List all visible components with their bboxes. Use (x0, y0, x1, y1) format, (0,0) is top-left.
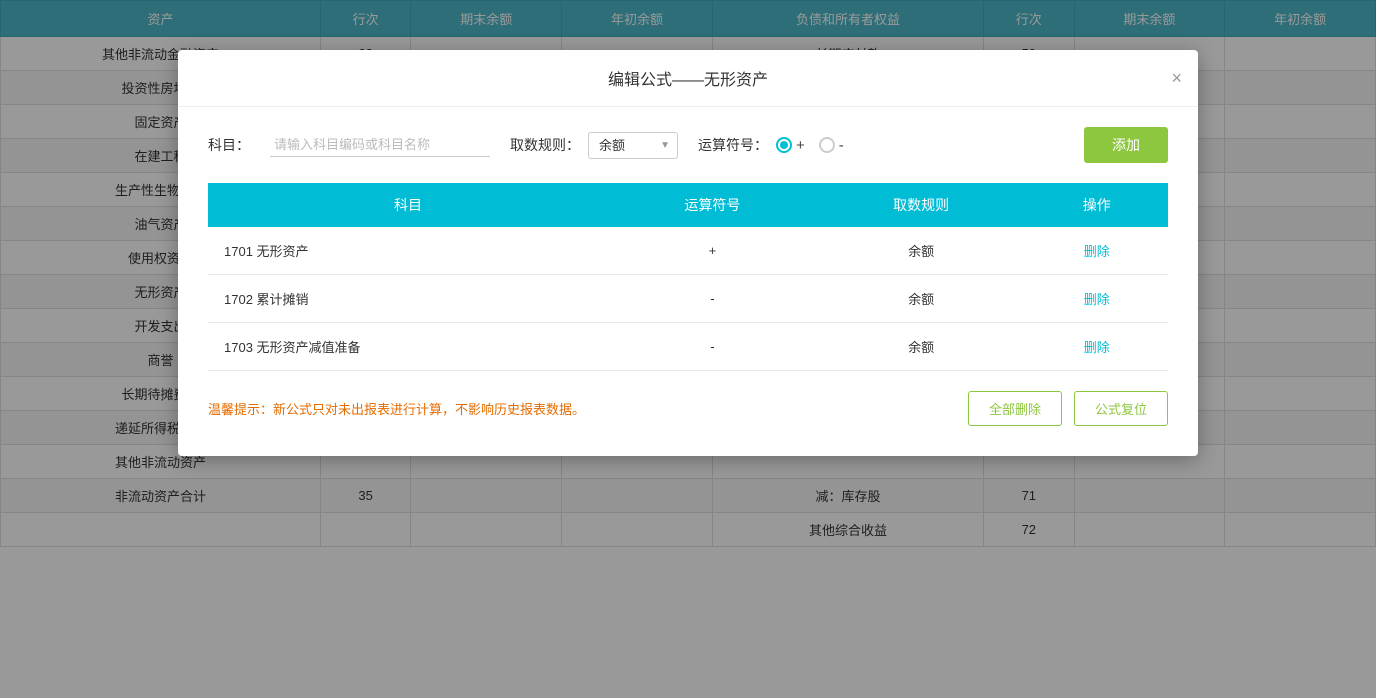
subject-input[interactable] (270, 133, 490, 157)
radio-minus-circle (819, 137, 835, 153)
rule-select-wrapper: 余额 借方 贷方 借方累计 贷方累计 ▼ (588, 132, 678, 159)
row-operator: - (608, 275, 817, 323)
operator-label: 运算符号： (698, 135, 768, 155)
table-row: 1702 累计摊销-余额 删除 (208, 275, 1168, 323)
row-rule: 余额 (817, 323, 1026, 371)
data-table-wrapper: 科目 运算符号 取数规则 操作 1701 无形资产+余额删除1702 累计摊销-… (208, 183, 1168, 371)
th-action: 操作 (1026, 183, 1168, 227)
footer-hint: 温馨提示：新公式只对未出报表进行计算，不影响历史报表数据。 (208, 399, 585, 418)
add-button[interactable]: 添加 (1084, 127, 1168, 163)
row-action: 删除 (1026, 275, 1168, 323)
subject-label: 科目： (208, 135, 250, 155)
row-action: 删除 (1026, 323, 1168, 371)
table-row: 1703 无形资产减值准备-余额 删除 (208, 323, 1168, 371)
formula-table: 科目 运算符号 取数规则 操作 1701 无形资产+余额删除1702 累计摊销-… (208, 183, 1168, 371)
reset-formula-button[interactable]: 公式复位 (1074, 391, 1168, 426)
th-rule: 取数规则 (817, 183, 1026, 227)
operator-radio-group: + - (776, 137, 844, 154)
rule-section: 取数规则： 余额 借方 贷方 借方累计 贷方累计 ▼ (510, 132, 678, 159)
row-subject: 1701 无形资产 (208, 227, 608, 275)
row-action: 删除 (1026, 227, 1168, 275)
modal-header: 编辑公式——无形资产 × (178, 50, 1198, 107)
modal-footer: 温馨提示：新公式只对未出报表进行计算，不影响历史报表数据。 全部删除 公式复位 (178, 371, 1198, 426)
th-operator: 运算符号 (608, 183, 817, 227)
row-operator: - (608, 323, 817, 371)
operator-minus-radio[interactable]: - (819, 137, 844, 154)
edit-formula-modal: 编辑公式——无形资产 × 科目： 取数规则： 余额 借方 贷方 借方累计 贷方累… (178, 50, 1198, 456)
form-row: 科目： 取数规则： 余额 借方 贷方 借方累计 贷方累计 ▼ 运算符号： (178, 107, 1198, 183)
modal-title: 编辑公式——无形资产 (608, 66, 768, 90)
operator-plus-radio[interactable]: + (776, 137, 805, 154)
row-rule: 余额 (817, 227, 1026, 275)
row-operator: + (608, 227, 817, 275)
rule-label: 取数规则： (510, 135, 580, 155)
delete-row-link[interactable]: 删除 (1084, 292, 1110, 307)
row-rule: 余额 (817, 275, 1026, 323)
delete-row-link[interactable]: 删除 (1084, 244, 1110, 259)
footer-hint-text: 温馨提示：新公式只对未出报表进行计算，不影响历史报表数据。 (208, 402, 585, 417)
formula-table-head: 科目 运算符号 取数规则 操作 (208, 183, 1168, 227)
row-subject: 1702 累计摊销 (208, 275, 608, 323)
operator-section: 运算符号： + - (698, 135, 844, 155)
footer-buttons: 全部删除 公式复位 (968, 391, 1168, 426)
formula-table-body: 1701 无形资产+余额删除1702 累计摊销-余额删除1703 无形资产减值准… (208, 227, 1168, 371)
delete-all-button[interactable]: 全部删除 (968, 391, 1062, 426)
radio-plus-circle (776, 137, 792, 153)
row-subject: 1703 无形资产减值准备 (208, 323, 608, 371)
table-row: 1701 无形资产+余额 删除 (208, 227, 1168, 275)
operator-minus-label: - (839, 137, 844, 154)
rule-select[interactable]: 余额 借方 贷方 借方累计 贷方累计 (588, 132, 678, 159)
delete-row-link[interactable]: 删除 (1084, 340, 1110, 355)
operator-plus-label: + (796, 137, 805, 154)
modal-close-button[interactable]: × (1171, 69, 1182, 87)
th-subject: 科目 (208, 183, 608, 227)
